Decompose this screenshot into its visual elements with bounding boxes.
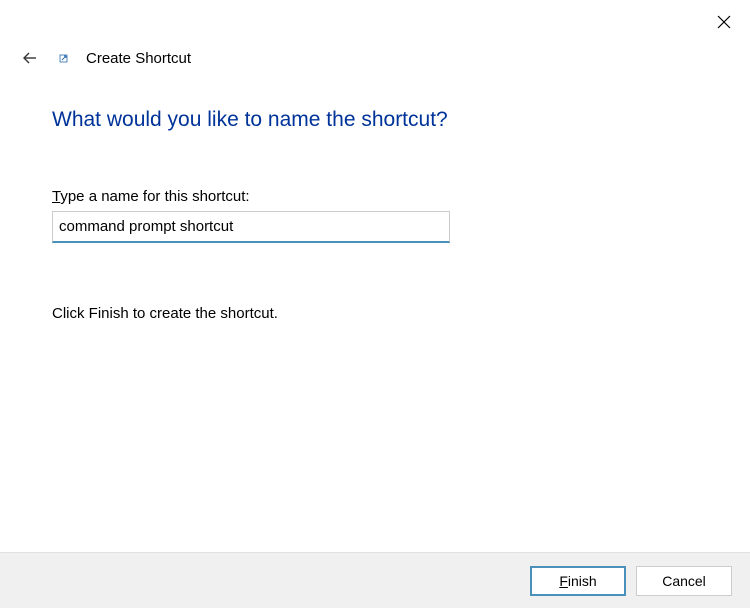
shortcut-name-input[interactable] [52, 211, 450, 243]
close-icon [717, 15, 731, 29]
wizard-title: Create Shortcut [86, 50, 191, 67]
header-row: Create Shortcut [18, 46, 191, 70]
finish-accelerator: F [559, 573, 568, 589]
close-button[interactable] [710, 8, 738, 36]
back-arrow-icon [21, 49, 39, 67]
finish-label-rest: inish [568, 573, 597, 589]
shortcut-name-label: Type a name for this shortcut: [52, 188, 698, 205]
cancel-button[interactable]: Cancel [636, 566, 732, 596]
shortcut-wizard-icon [58, 52, 70, 64]
content-area: What would you like to name the shortcut… [52, 108, 698, 322]
page-heading: What would you like to name the shortcut… [52, 108, 698, 132]
instruction-text: Click Finish to create the shortcut. [52, 305, 698, 322]
footer-bar: Finish Cancel [0, 552, 750, 608]
cancel-label: Cancel [662, 573, 706, 589]
label-text: ype a name for this shortcut: [60, 188, 249, 205]
back-button[interactable] [18, 46, 42, 70]
finish-button[interactable]: Finish [530, 566, 626, 596]
